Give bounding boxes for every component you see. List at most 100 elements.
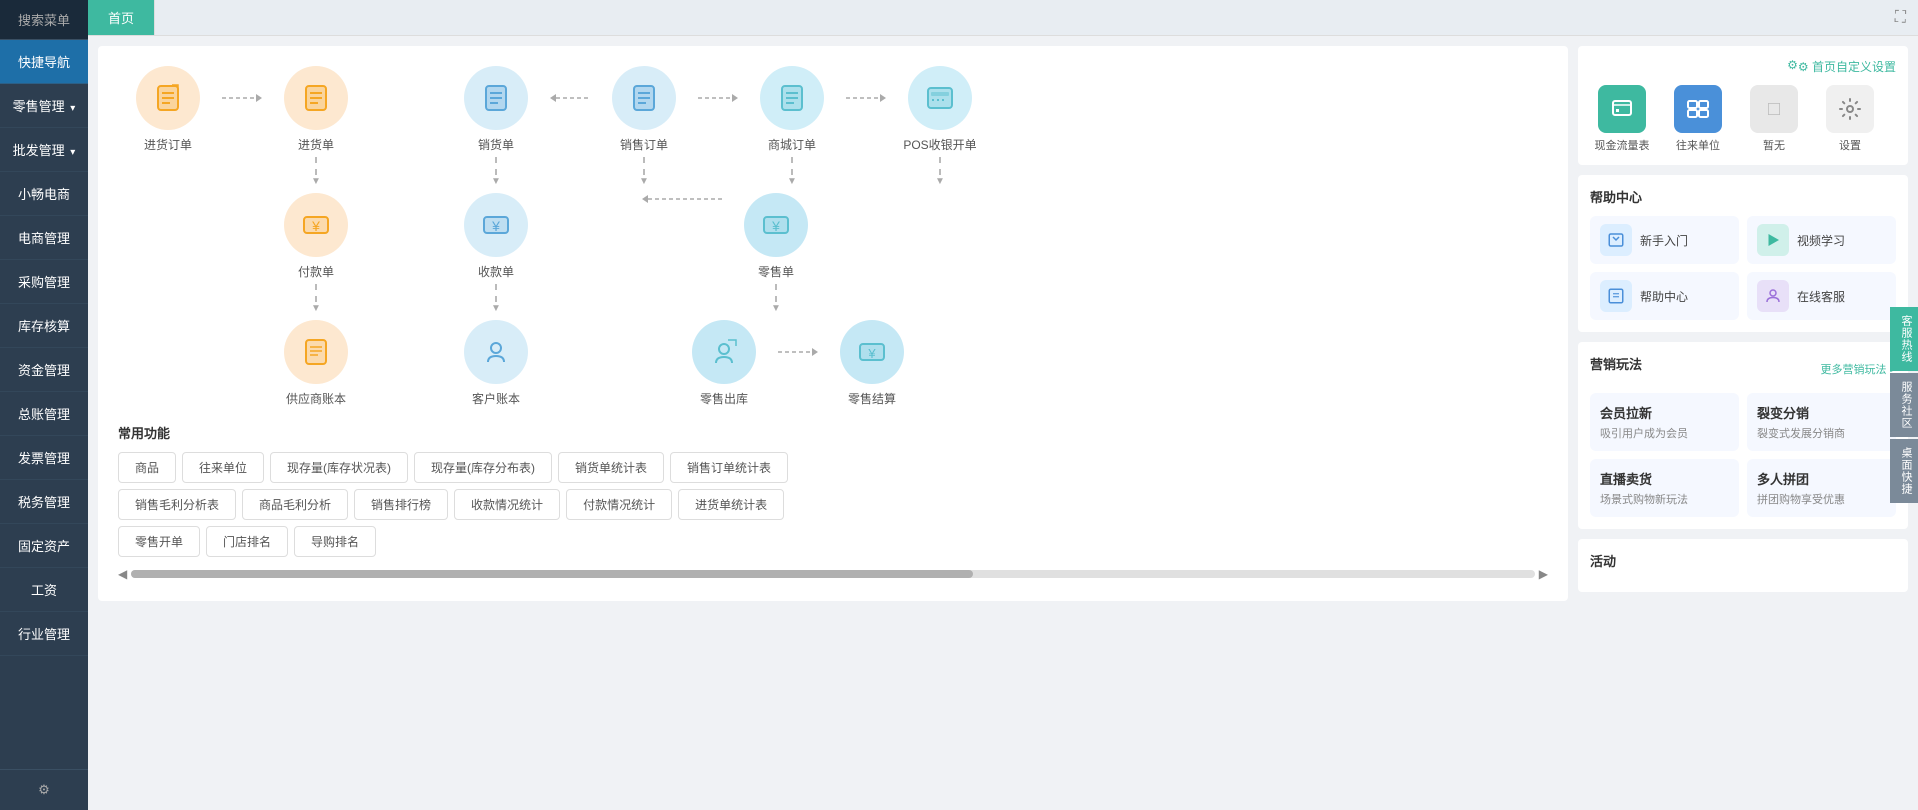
flow-node-pos: POS收银开单	[890, 66, 990, 153]
svg-text:¥: ¥	[867, 346, 876, 361]
func-btn-guide-rank[interactable]: 导购排名	[294, 526, 376, 557]
func-btn-unit[interactable]: 往来单位	[182, 452, 264, 483]
marketing-header: 营销玩法 更多营销玩法 >	[1590, 354, 1896, 383]
marketing-item-group[interactable]: 多人拼团 拼团购物享受优惠	[1747, 459, 1896, 517]
down-arrow-payment-out: ▼	[266, 284, 366, 316]
func-btn-product[interactable]: 商品	[118, 452, 176, 483]
marketing-item-member[interactable]: 会员拉新 吸引用户成为会员	[1590, 393, 1739, 451]
flow-card: 进货订单 进货单	[98, 46, 1568, 601]
shortcut-settings[interactable]: 设置	[1818, 85, 1882, 153]
flow-node-supplier-account: 供应商账本	[266, 320, 366, 407]
scroll-track[interactable]	[131, 570, 1535, 578]
float-btn-service[interactable]: 客服热线	[1890, 307, 1918, 371]
flow-node-purchase-bill: 进货单	[266, 66, 366, 153]
main-area: 首页 ⛶ 进货订单	[88, 0, 1918, 810]
sidebar-settings-btn[interactable]: ⚙	[0, 769, 88, 810]
common-func-section: 常用功能 商品 往来单位 现存量(库存状况表) 现存量(库存分布表) 销货单统计…	[118, 423, 1548, 557]
content-area: 进货订单 进货单	[88, 36, 1918, 810]
flow-node-sales-order: 销售订单	[594, 66, 694, 153]
float-btn-desktop[interactable]: 桌面快捷	[1890, 439, 1918, 503]
func-btn-stock1[interactable]: 现存量(库存状况表)	[270, 452, 408, 483]
flow-node-payment-out: ¥ 付款单	[266, 193, 366, 280]
func-btn-row-3: 零售开单 门店排名 导购排名	[118, 526, 1548, 557]
shortcut-cashflow[interactable]: 现金流量表	[1590, 85, 1654, 153]
help-section-title: 帮助中心	[1590, 187, 1896, 206]
shortcuts-grid: 现金流量表 往来单位 □ 暂无	[1590, 85, 1896, 153]
shortcut-unit[interactable]: 往来单位	[1666, 85, 1730, 153]
func-btn-store-rank[interactable]: 门店排名	[206, 526, 288, 557]
flow-node-purchase-order: 进货订单	[118, 66, 218, 153]
marketing-more-link[interactable]: 更多营销玩法 >	[1821, 361, 1896, 377]
help-item-video[interactable]: 视频学习	[1747, 216, 1896, 264]
help-section: 帮助中心 新手入门 视频学习	[1578, 175, 1908, 332]
sidebar-item-invoice[interactable]: 发票管理	[0, 436, 88, 480]
func-btn-row-1: 商品 往来单位 现存量(库存状况表) 现存量(库存分布表) 销货单统计表 销售订…	[118, 452, 1548, 483]
marketing-item-fission[interactable]: 裂变分销 裂变式发展分销商	[1747, 393, 1896, 451]
sidebar-item-assets[interactable]: 固定资产	[0, 524, 88, 568]
sidebar-item-capital[interactable]: 资金管理	[0, 348, 88, 392]
sidebar-search[interactable]: 搜索菜单	[0, 0, 88, 40]
sidebar-item-industry[interactable]: 行业管理	[0, 612, 88, 656]
chevron-down-icon: ▾	[70, 103, 75, 114]
shortcuts-header[interactable]: ⚙ ⚙ 首页自定义设置	[1590, 58, 1896, 75]
svg-text:¥: ¥	[771, 218, 780, 234]
func-btn-row-2: 销售毛利分析表 商品毛利分析 销售排行榜 收款情况统计 付款情况统计 进货单统计…	[118, 489, 1548, 520]
gear-icon: ⚙	[38, 782, 50, 797]
help-item-beginner[interactable]: 新手入门	[1590, 216, 1739, 264]
sidebar-item-retail[interactable]: 零售管理 ▾	[0, 84, 88, 128]
flow-node-retail-bill: ¥ 零售单	[726, 193, 826, 280]
tab-bar: 首页 ⛶	[88, 0, 1918, 36]
down-arrow-shop: ▼	[742, 157, 842, 189]
sidebar-item-purchase[interactable]: 采购管理	[0, 260, 88, 304]
flow-node-payment-in: ¥ 收款单	[446, 193, 546, 280]
help-item-help[interactable]: 帮助中心	[1590, 272, 1739, 320]
down-arrow-purchase: ▼	[266, 157, 366, 189]
marketing-section: 营销玩法 更多营销玩法 > 会员拉新 吸引用户成为会员 裂变分销 裂变式发展分销…	[1578, 342, 1908, 529]
func-btn-retail-order[interactable]: 零售开单	[118, 526, 200, 557]
func-btn-profit2[interactable]: 商品毛利分析	[242, 489, 348, 520]
tab-home[interactable]: 首页	[88, 0, 155, 35]
sidebar-item-ledger[interactable]: 总账管理	[0, 392, 88, 436]
flow-node-sales-bill: 销货单	[446, 66, 546, 153]
shortcuts-section: ⚙ ⚙ 首页自定义设置 现金流量表 往来单位	[1578, 46, 1908, 165]
help-item-service[interactable]: 在线客服	[1747, 272, 1896, 320]
sidebar-item-wholesale[interactable]: 批发管理 ▾	[0, 128, 88, 172]
flow-node-retail-settle: ¥ 零售结算	[822, 320, 922, 407]
float-btn-community[interactable]: 服务社区	[1890, 373, 1918, 437]
marketing-grid: 会员拉新 吸引用户成为会员 裂变分销 裂变式发展分销商 直播卖货 场景式购物新玩…	[1590, 393, 1896, 517]
flow-node-customer-account: 客户账本	[446, 320, 546, 407]
svg-text:¥: ¥	[491, 218, 500, 234]
flow-node-retail-out: 零售出库	[674, 320, 774, 407]
sidebar-item-tax[interactable]: 税务管理	[0, 480, 88, 524]
flow-node-shop-order: 商城订单	[742, 66, 842, 153]
func-btn-rank[interactable]: 销售排行榜	[354, 489, 448, 520]
shortcut-empty[interactable]: □ 暂无	[1742, 85, 1806, 153]
scroll-row: ◀ ▶	[118, 567, 1548, 581]
func-btn-stock2[interactable]: 现存量(库存分布表)	[414, 452, 552, 483]
scroll-left-icon[interactable]: ◀	[118, 567, 127, 581]
func-btn-sales-stat[interactable]: 销货单统计表	[558, 452, 664, 483]
scroll-right-icon[interactable]: ▶	[1539, 567, 1548, 581]
scroll-thumb	[131, 570, 973, 578]
down-arrow-payment-in: ▼	[446, 284, 546, 316]
common-func-title: 常用功能	[118, 423, 1548, 442]
fullscreen-icon[interactable]: ⛶	[1895, 9, 1906, 27]
main-panel: 进货订单 进货单	[88, 36, 1578, 810]
down-arrow-pos: ▼	[890, 157, 990, 189]
marketing-title: 营销玩法	[1590, 354, 1642, 373]
func-btn-sales-order-stat[interactable]: 销售订单统计表	[670, 452, 788, 483]
func-btn-purchase-stat[interactable]: 进货单统计表	[678, 489, 784, 520]
func-btn-payment-stat[interactable]: 付款情况统计	[566, 489, 672, 520]
func-btn-receipt-stat[interactable]: 收款情况统计	[454, 489, 560, 520]
help-grid: 新手入门 视频学习 帮助中心	[1590, 216, 1896, 320]
sidebar-item-wages[interactable]: 工资	[0, 568, 88, 612]
sidebar-item-inventory[interactable]: 库存核算	[0, 304, 88, 348]
sidebar-nav-item[interactable]: 快捷导航	[0, 40, 88, 84]
sidebar-item-ecommerce[interactable]: 电商管理	[0, 216, 88, 260]
activity-section: 活动	[1578, 539, 1908, 592]
func-btn-profit1[interactable]: 销售毛利分析表	[118, 489, 236, 520]
sidebar-item-ecommerce-small[interactable]: 小畅电商	[0, 172, 88, 216]
marketing-item-live[interactable]: 直播卖货 场景式购物新玩法	[1590, 459, 1739, 517]
down-arrow-sales-order: ▼	[594, 157, 694, 189]
activity-title: 活动	[1590, 551, 1896, 570]
